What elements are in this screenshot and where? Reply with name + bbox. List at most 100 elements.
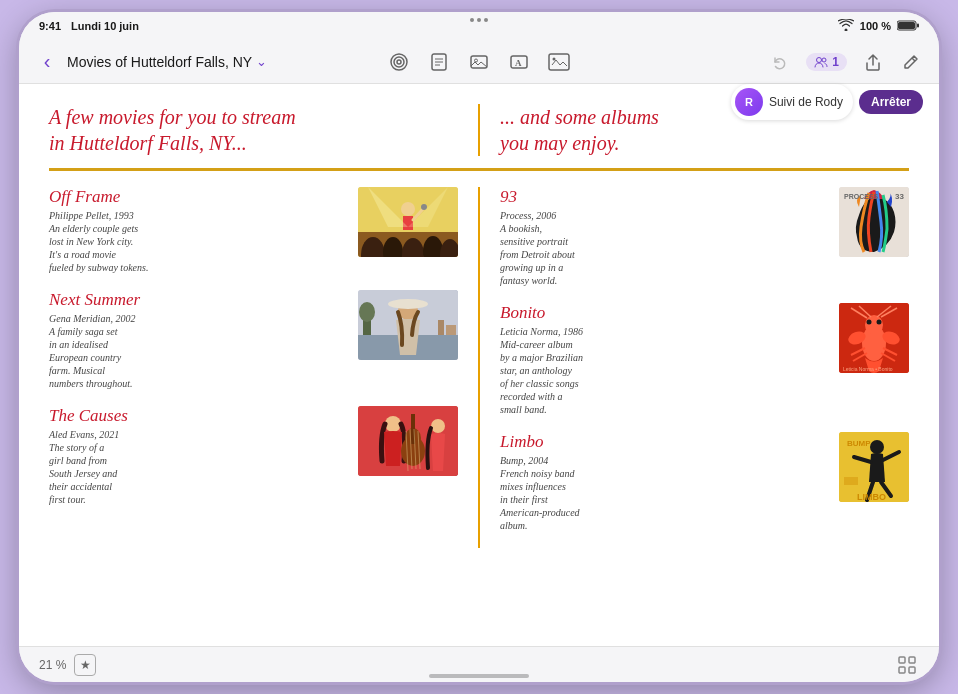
gallery-icon[interactable]	[467, 50, 491, 74]
svg-point-48	[431, 419, 445, 433]
status-right: 100 %	[838, 19, 919, 33]
svg-text:A: A	[515, 58, 522, 68]
collab-count: 1	[832, 55, 839, 69]
movie-3-title: The Causes	[49, 406, 348, 426]
movie-2-text: Next Summer Gena Meridian, 2002 A family…	[49, 290, 348, 390]
title-left: A few movies for you to stream in Huttel…	[49, 104, 480, 156]
movie-2-title: Next Summer	[49, 290, 348, 310]
svg-point-56	[877, 320, 882, 325]
layers-icon[interactable]	[387, 50, 411, 74]
image-icon[interactable]	[547, 50, 571, 74]
svg-point-4	[394, 57, 404, 67]
collab-overlay: R Suivi de Rody Arrêter	[731, 84, 923, 120]
svg-point-17	[822, 58, 826, 62]
main-content: A few movies for you to stream in Huttel…	[19, 84, 939, 646]
svg-point-69	[870, 440, 884, 454]
battery-icon	[897, 20, 919, 33]
status-bar: 9:41 Lundi 10 juin 100 %	[19, 12, 939, 40]
movie-3-image	[358, 406, 458, 476]
svg-point-15	[553, 57, 556, 60]
movies-section: Off Frame Philippe Pellet, 1993 An elder…	[49, 187, 480, 548]
svg-text:BUMP: BUMP	[847, 439, 871, 448]
svg-text:Leticia Norma • Bonito: Leticia Norma • Bonito	[843, 366, 893, 372]
svg-text:33: 33	[895, 192, 904, 201]
album-3-desc: Bump, 2004 French noisy band mixes influ…	[500, 454, 829, 532]
album-2-image: Leticia Norma • Bonito	[839, 303, 909, 373]
album-1-text: 93 Process, 2006 A bookish, sensitive po…	[500, 187, 829, 287]
svg-rect-80	[909, 667, 915, 673]
album-1-title: 93	[500, 187, 829, 207]
svg-rect-14	[549, 54, 569, 70]
svg-rect-10	[471, 56, 487, 68]
svg-text:LIMBO: LIMBO	[857, 492, 886, 502]
toolbar-center: A	[387, 50, 571, 74]
undo-icon[interactable]	[768, 50, 792, 74]
movie-1-text: Off Frame Philippe Pellet, 1993 An elder…	[49, 187, 348, 274]
wifi-icon	[838, 19, 854, 33]
zoom-controls: 21 % ★	[39, 654, 96, 676]
home-indicator	[429, 674, 529, 678]
movie-2-image	[358, 290, 458, 360]
svg-text:PROCESS: PROCESS	[844, 193, 879, 200]
svg-point-5	[397, 60, 401, 64]
canvas-area: A few movies for you to stream in Huttel…	[19, 84, 939, 646]
album-1-image: PROCESS 33	[839, 187, 909, 257]
title-chevron: ⌄	[256, 54, 267, 69]
movie-2-desc: Gena Meridian, 2002 A family saga set in…	[49, 312, 348, 390]
svg-rect-27	[403, 216, 413, 230]
device-frame: 9:41 Lundi 10 juin 100 %	[19, 12, 939, 682]
document-title[interactable]: Movies of Hutteldorf Falls, NY ⌄	[67, 54, 267, 70]
top-dots	[470, 18, 488, 22]
stop-collaboration-button[interactable]: Arrêter	[859, 90, 923, 114]
album-item-3: Limbo Bump, 2004 French noisy band mixes…	[500, 432, 909, 532]
svg-rect-77	[899, 657, 905, 663]
album-3-title: Limbo	[500, 432, 829, 452]
edit-button[interactable]	[899, 50, 923, 74]
grid-view-icon[interactable]	[895, 653, 919, 677]
status-date: Lundi 10 juin	[71, 20, 139, 32]
movie-item-3: The Causes Aled Evans, 2021 The story of…	[49, 406, 458, 506]
svg-point-55	[867, 320, 872, 325]
svg-rect-38	[446, 325, 456, 335]
collab-avatar: R	[735, 88, 763, 116]
content-grid: Off Frame Philippe Pellet, 1993 An elder…	[49, 187, 909, 548]
album-3-text: Limbo Bump, 2004 French noisy band mixes…	[500, 432, 829, 532]
album-2-text: Bonito Leticia Norma, 1986 Mid-career al…	[500, 303, 829, 416]
svg-rect-37	[438, 320, 444, 335]
share-button[interactable]	[861, 50, 885, 74]
svg-point-54	[865, 315, 883, 335]
svg-rect-78	[909, 657, 915, 663]
svg-point-16	[817, 57, 822, 62]
left-title: A few movies for you to stream in Huttel…	[49, 104, 458, 156]
movie-1-title: Off Frame	[49, 187, 348, 207]
movie-item-1: Off Frame Philippe Pellet, 1993 An elder…	[49, 187, 458, 274]
movie-3-text: The Causes Aled Evans, 2021 The story of…	[49, 406, 348, 506]
svg-point-26	[401, 202, 415, 216]
title-text: Movies of Hutteldorf Falls, NY	[67, 54, 252, 70]
zoom-percentage: 21 %	[39, 658, 66, 672]
svg-line-18	[912, 58, 915, 61]
svg-rect-34	[400, 300, 416, 308]
toolbar-right: 1	[583, 50, 923, 74]
album-item-2: Bonito Leticia Norma, 1986 Mid-career al…	[500, 303, 909, 416]
svg-rect-79	[899, 667, 905, 673]
toolbar: ‹ Movies of Hutteldorf Falls, NY ⌄	[19, 40, 939, 84]
movie-item-2: Next Summer Gena Meridian, 2002 A family…	[49, 290, 458, 390]
svg-rect-76	[844, 477, 858, 485]
albums-section: 93 Process, 2006 A bookish, sensitive po…	[480, 187, 909, 548]
svg-rect-2	[917, 23, 919, 27]
page-view-icon[interactable]	[427, 50, 451, 74]
bookmark-icon[interactable]: ★	[74, 654, 96, 676]
collab-user-card: R Suivi de Rody	[731, 84, 853, 120]
toolbar-left: ‹ Movies of Hutteldorf Falls, NY ⌄	[35, 50, 375, 74]
album-2-title: Bonito	[500, 303, 829, 323]
back-button[interactable]: ‹	[35, 50, 59, 74]
movie-1-image	[358, 187, 458, 257]
album-1-desc: Process, 2006 A bookish, sensitive portr…	[500, 209, 829, 287]
text-icon[interactable]: A	[507, 50, 531, 74]
movie-3-desc: Aled Evans, 2021 The story of a girl ban…	[49, 428, 348, 506]
signal-text: 100 %	[860, 20, 891, 32]
status-time: 9:41	[39, 20, 61, 32]
collaborators-button[interactable]: 1	[806, 53, 847, 71]
album-3-image: BUMP LIMBO	[839, 432, 909, 502]
